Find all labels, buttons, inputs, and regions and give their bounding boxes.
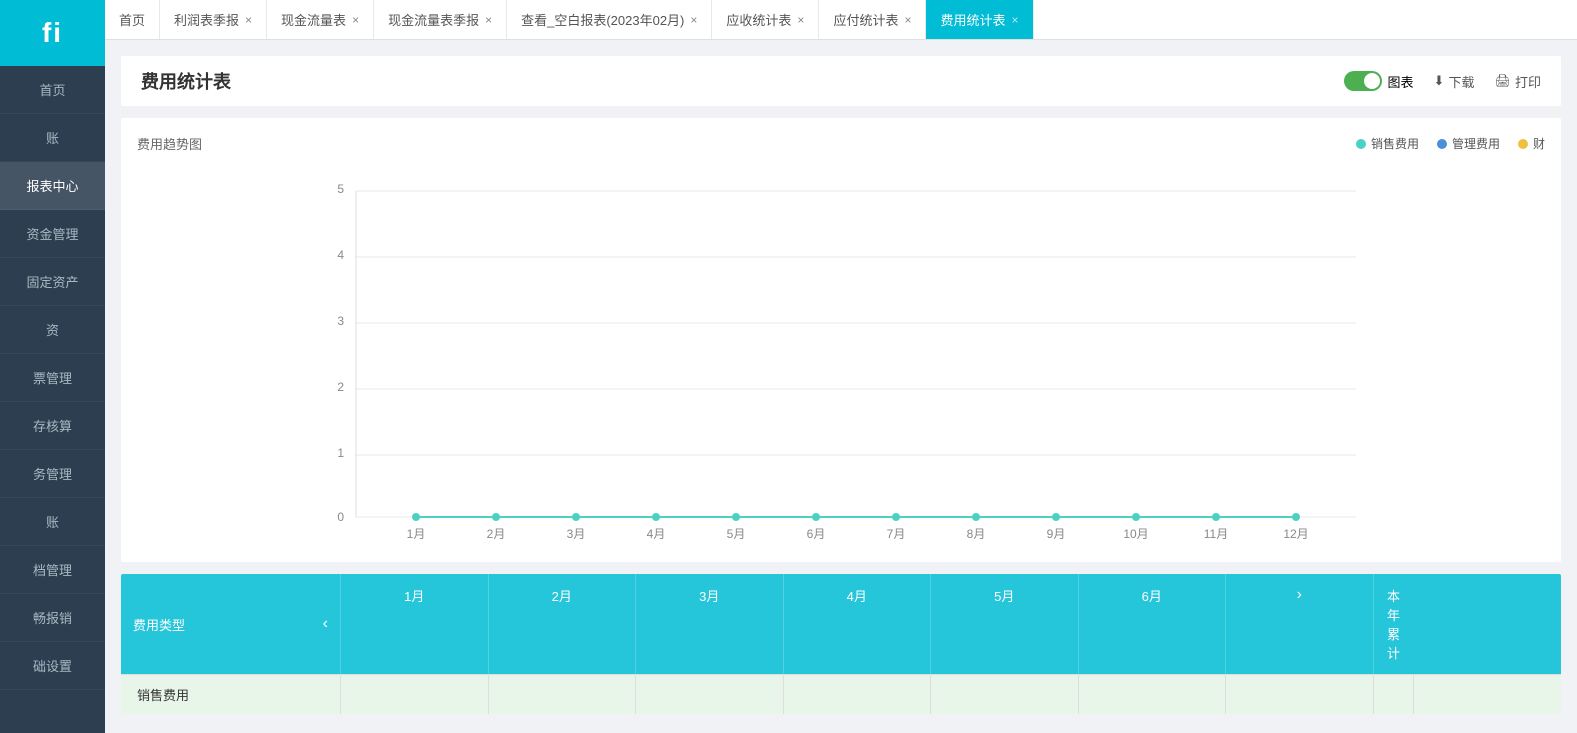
chart-header: 费用趋势图 销售费用 管理费用 财 [137,134,1545,153]
svg-text:3月: 3月 [567,527,586,541]
col-month-5: 5月 [931,574,1079,674]
nav-next-arrow[interactable]: › [1297,586,1302,603]
tab-blank-report[interactable]: 查看_空白报表(2023年02月) × [507,0,712,39]
close-tab-profit[interactable]: × [245,13,252,27]
chart-card: 费用趋势图 销售费用 管理费用 财 [121,118,1561,562]
sidebar-item-affairs[interactable]: 务管理 [0,450,105,498]
download-button[interactable]: ⬇ 下载 [1434,72,1475,91]
tab-payable[interactable]: 应付统计表 × [819,0,926,39]
close-tab-cashflow-quarterly[interactable]: × [485,13,492,27]
data-table: 费用类型 ‹ 1月 2月 3月 4月 5月 6月 › 本年累计 销售费用 [121,574,1561,714]
sidebar-item-account[interactable]: 账 [0,498,105,546]
legend-admin: 管理费用 [1437,135,1500,152]
svg-text:0: 0 [337,510,344,524]
row-val-3 [636,675,784,714]
sidebar-item-invoice[interactable]: 票管理 [0,354,105,402]
row-cumulative [1374,675,1414,714]
col-nav-next[interactable]: › [1226,574,1374,674]
chart-toggle-wrap: 图表 [1344,71,1414,91]
svg-text:2月: 2月 [487,527,506,541]
sidebar-item-reports[interactable]: 报表中心 [0,162,105,210]
chart-toggle-label: 图表 [1388,72,1414,91]
legend-finance: 财 [1518,135,1545,152]
legend-sales: 销售费用 [1356,135,1419,152]
svg-text:9月: 9月 [1047,527,1066,541]
chart-toggle[interactable] [1344,71,1382,91]
row-val-5 [931,675,1079,714]
chart-title: 费用趋势图 [137,134,202,153]
close-tab-expense[interactable]: × [1011,13,1018,27]
svg-text:12月: 12月 [1283,527,1308,541]
legend-label-admin: 管理费用 [1452,135,1500,152]
legend-dot-sales [1356,139,1366,149]
close-tab-blank[interactable]: × [690,13,697,27]
col-cumulative: 本年累计 [1374,574,1414,674]
legend-dot-finance [1518,139,1528,149]
row-type-cell: 销售费用 [121,675,341,714]
print-icon: 🖨 [1494,73,1511,89]
row-val-6 [1079,675,1227,714]
content-area: 费用统计表 图表 ⬇ 下载 🖨 打印 费用趋势图 [105,40,1577,733]
svg-text:11月: 11月 [1204,527,1228,541]
trend-chart: 5 4 3 2 1 0 [137,163,1545,543]
logo: fi [0,0,105,66]
page-title: 费用统计表 [141,68,231,94]
sidebar-item-assets[interactable]: 固定资产 [0,258,105,306]
sidebar-item-ledger[interactable]: 账 [0,114,105,162]
table-header-row: 费用类型 ‹ 1月 2月 3月 4月 5月 6月 › 本年累计 [121,574,1561,674]
legend-label-finance: 财 [1533,135,1545,152]
close-tab-receivable[interactable]: × [797,13,804,27]
svg-text:4月: 4月 [647,527,666,541]
svg-text:3: 3 [337,314,344,328]
row-val-1 [341,675,489,714]
svg-text:4: 4 [337,248,344,262]
svg-text:7月: 7月 [887,527,906,541]
col-month-1: 1月 [341,574,489,674]
svg-text:2: 2 [337,380,344,394]
sidebar-item-archive[interactable]: 档管理 [0,546,105,594]
col-type: 费用类型 ‹ [121,574,341,674]
sidebar-item-settings[interactable]: 础设置 [0,642,105,690]
svg-text:10月: 10月 [1123,527,1148,541]
tab-receivable[interactable]: 应收统计表 × [712,0,819,39]
svg-text:1月: 1月 [407,527,426,541]
svg-text:8月: 8月 [967,527,986,541]
main-area: 首页 利润表季报 × 现金流量表 × 现金流量表季报 × 查看_空白报表(202… [105,0,1577,733]
sidebar: fi 首页 账 报表中心 资金管理 固定资产 资 票管理 存核算 务管理 账 档… [0,0,105,733]
svg-text:5月: 5月 [727,527,746,541]
col-month-6: 6月 [1079,574,1227,674]
chart-legend: 销售费用 管理费用 财 [1356,135,1545,152]
col-month-3: 3月 [636,574,784,674]
svg-text:6月: 6月 [807,527,826,541]
sidebar-item-resource[interactable]: 资 [0,306,105,354]
sidebar-item-expense[interactable]: 畅报销 [0,594,105,642]
nav-prev-arrow[interactable]: ‹ [323,615,328,633]
tab-home[interactable]: 首页 [105,0,160,39]
svg-text:5: 5 [337,182,344,196]
print-button[interactable]: 🖨 打印 [1494,72,1541,91]
page-header: 费用统计表 图表 ⬇ 下载 🖨 打印 [121,56,1561,106]
sidebar-item-inventory[interactable]: 存核算 [0,402,105,450]
tab-bar: 首页 利润表季报 × 现金流量表 × 现金流量表季报 × 查看_空白报表(202… [105,0,1577,40]
sidebar-item-home[interactable]: 首页 [0,66,105,114]
row-val-4 [784,675,932,714]
tab-expense-stats[interactable]: 费用统计表 × [926,0,1033,39]
chart-container: 5 4 3 2 1 0 [137,163,1545,546]
sidebar-item-funds[interactable]: 资金管理 [0,210,105,258]
close-tab-payable[interactable]: × [904,13,911,27]
table-row: 销售费用 [121,674,1561,714]
col-month-2: 2月 [489,574,637,674]
tab-cashflow[interactable]: 现金流量表 × [267,0,374,39]
header-actions: 图表 ⬇ 下载 🖨 打印 [1344,71,1541,91]
legend-dot-admin [1437,139,1447,149]
tab-profit-quarterly[interactable]: 利润表季报 × [160,0,267,39]
svg-text:1: 1 [337,446,344,460]
download-icon: ⬇ [1434,73,1445,89]
col-month-4: 4月 [784,574,932,674]
row-nav-spacer [1226,675,1374,714]
tab-cashflow-quarterly[interactable]: 现金流量表季报 × [374,0,507,39]
row-val-2 [489,675,637,714]
close-tab-cashflow[interactable]: × [352,13,359,27]
legend-label-sales: 销售费用 [1371,135,1419,152]
